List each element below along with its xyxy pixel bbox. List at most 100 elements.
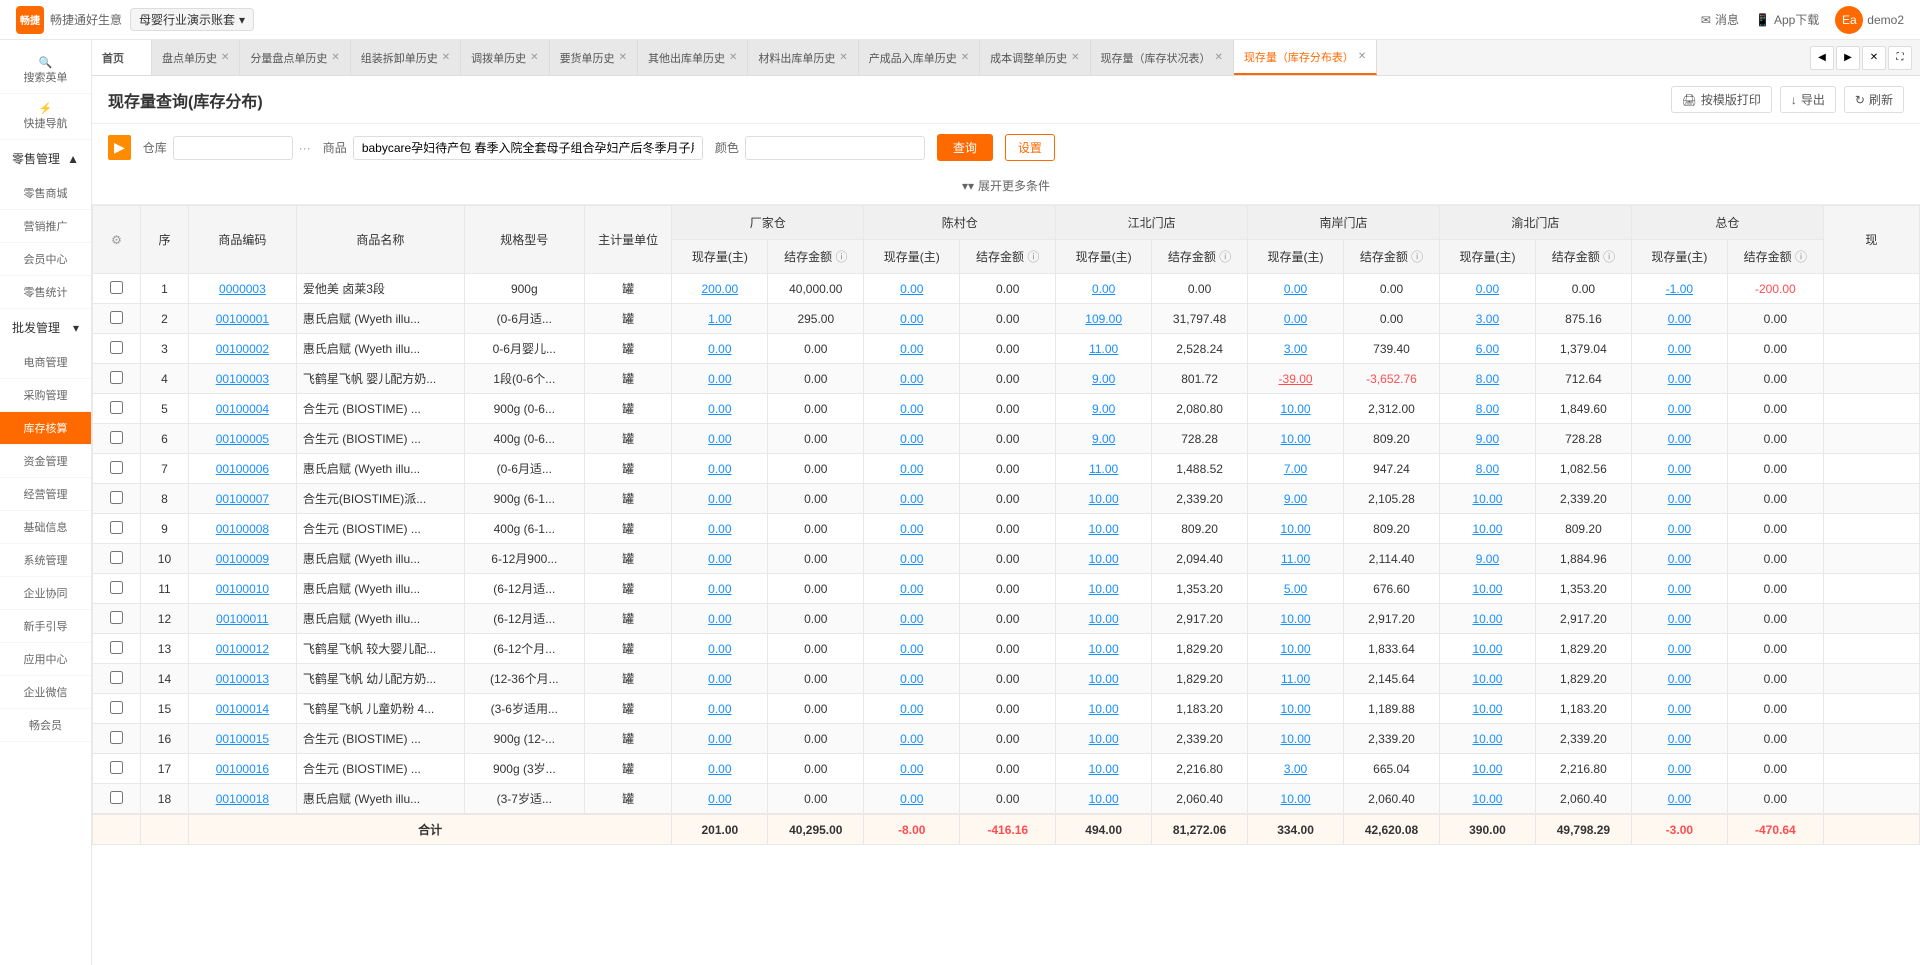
tab-requisition[interactable]: 要货单历史 ✕ (550, 40, 638, 75)
tab-inventory3[interactable]: 组装拆卸单历史 ✕ (351, 40, 461, 75)
tab-prev-btn[interactable]: ◀ (1810, 46, 1834, 70)
sidebar-item-enterprise[interactable]: 企业协同 (0, 577, 91, 610)
sidebar-item-system[interactable]: 系统管理 (0, 544, 91, 577)
cell-checkbox[interactable] (93, 364, 141, 394)
tab-inventory1[interactable]: 盘点单历史 ✕ (152, 40, 240, 75)
cell-checkbox[interactable] (93, 664, 141, 694)
code-link[interactable]: 00100008 (216, 522, 269, 536)
tab-close-icon[interactable]: ✕ (961, 52, 969, 63)
cell-checkbox[interactable] (93, 724, 141, 754)
message-btn[interactable]: ✉ 消息 (1701, 11, 1739, 28)
tab-close-icon[interactable]: ✕ (331, 52, 339, 63)
cell-checkbox[interactable] (93, 754, 141, 784)
refresh-btn[interactable]: ↻ 刷新 (1844, 86, 1904, 113)
sidebar-item-member[interactable]: 会员中心 (0, 243, 91, 276)
filter-expand-btn[interactable]: ▶ (108, 135, 131, 160)
tab-close-icon[interactable]: ✕ (729, 52, 737, 63)
code-link[interactable]: 00100015 (216, 732, 269, 746)
sidebar-item-basic[interactable]: 基础信息 (0, 511, 91, 544)
sidebar-item-nav[interactable]: ⚡ 快捷导航 (0, 94, 91, 140)
sidebar-item-retail-store[interactable]: 零售商城 (0, 177, 91, 210)
tab-cost-adj[interactable]: 成本调整单历史 ✕ (980, 40, 1090, 75)
code-link[interactable]: 00100001 (216, 312, 269, 326)
expand-conditions-btn[interactable]: ▾▾ 展开更多条件 (962, 177, 1050, 194)
store-selector[interactable]: 母婴行业演示账套 ▾ (130, 8, 254, 31)
tab-close-icon[interactable]: ✕ (530, 52, 538, 63)
tab-transfer[interactable]: 调拨单历史 ✕ (461, 40, 549, 75)
sidebar-item-retail-stats[interactable]: 零售统计 (0, 276, 91, 309)
sidebar-item-wholesale[interactable]: 批发管理 ▾ (0, 309, 91, 346)
sidebar-item-retail-mgmt[interactable]: 零售管理 ▲ (0, 140, 91, 177)
tab-close-icon[interactable]: ✕ (1358, 51, 1366, 62)
tab-fullscreen-btn[interactable]: ⛶ (1888, 46, 1912, 70)
export-btn[interactable]: ↓ 导出 (1780, 86, 1836, 113)
code-link[interactable]: 0000003 (219, 282, 266, 296)
tab-stock-status[interactable]: 现存量（库存状况表） ✕ (1091, 40, 1234, 75)
sidebar-item-search[interactable]: 🔍 搜索英单 (0, 48, 91, 94)
tab-home[interactable]: 首页 (92, 40, 152, 75)
cell-checkbox[interactable] (93, 574, 141, 604)
user-profile[interactable]: Ea demo2 (1835, 6, 1904, 34)
sidebar-item-inventory[interactable]: 库存核算 (0, 412, 91, 445)
code-link[interactable]: 00100005 (216, 432, 269, 446)
sidebar-item-ecommerce[interactable]: 电商管理 (0, 346, 91, 379)
cell-checkbox[interactable] (93, 604, 141, 634)
tab-close-all-btn[interactable]: ✕ (1862, 46, 1886, 70)
cell-checkbox[interactable] (93, 394, 141, 424)
tab-inventory2[interactable]: 分量盘点单历史 ✕ (240, 40, 350, 75)
cell-checkbox[interactable] (93, 694, 141, 724)
code-link[interactable]: 00100011 (216, 612, 269, 626)
tab-close-icon[interactable]: ✕ (619, 52, 627, 63)
cell-total-balance: 0.00 (1727, 664, 1823, 694)
sidebar-item-guide[interactable]: 新手引导 (0, 610, 91, 643)
cell-checkbox[interactable] (93, 544, 141, 574)
code-link[interactable]: 00100006 (216, 462, 269, 476)
sidebar-item-marketing[interactable]: 营销推广 (0, 210, 91, 243)
code-link[interactable]: 00100016 (216, 762, 269, 776)
cell-checkbox[interactable] (93, 424, 141, 454)
tab-close-icon[interactable]: ✕ (1215, 52, 1223, 63)
cell-checkbox[interactable] (93, 514, 141, 544)
tab-material-out[interactable]: 材料出库单历史 ✕ (748, 40, 858, 75)
cell-checkbox[interactable] (93, 454, 141, 484)
sidebar-item-appcenter[interactable]: 应用中心 (0, 643, 91, 676)
cell-checkbox[interactable] (93, 334, 141, 364)
code-link[interactable]: 00100003 (216, 372, 269, 386)
code-link[interactable]: 00100010 (216, 582, 269, 596)
tab-next-btn[interactable]: ▶ (1836, 46, 1860, 70)
tab-stock-dist[interactable]: 现存量（库存分布表） ✕ (1234, 40, 1377, 75)
print-btn[interactable]: 🖨 按模版打印 (1671, 86, 1772, 113)
cell-checkbox[interactable] (93, 304, 141, 334)
goods-input[interactable] (353, 136, 703, 160)
sidebar-item-finance[interactable]: 资金管理 (0, 445, 91, 478)
sidebar-item-operation[interactable]: 经营管理 (0, 478, 91, 511)
code-link[interactable]: 00100009 (216, 552, 269, 566)
tab-close-icon[interactable]: ✕ (1071, 52, 1079, 63)
tab-close-icon[interactable]: ✕ (221, 52, 229, 63)
sidebar-item-purchase[interactable]: 采购管理 (0, 379, 91, 412)
tab-close-icon[interactable]: ✕ (442, 52, 450, 63)
sidebar-item-wecom[interactable]: 企业微信 (0, 676, 91, 709)
code-link[interactable]: 00100007 (216, 492, 269, 506)
tab-close-icon[interactable]: ✕ (839, 52, 847, 63)
tab-other-out[interactable]: 其他出库单历史 ✕ (638, 40, 748, 75)
tab-product-in[interactable]: 产成品入库单历史 ✕ (859, 40, 980, 75)
cell-checkbox[interactable] (93, 634, 141, 664)
code-link[interactable]: 00100012 (216, 642, 269, 656)
sidebar-item-member2[interactable]: 畅会员 (0, 709, 91, 742)
code-link[interactable]: 00100004 (216, 402, 269, 416)
warehouse-input[interactable] (173, 136, 293, 160)
app-download-btn[interactable]: 📱 App下载 (1755, 11, 1819, 28)
code-link[interactable]: 00100014 (216, 702, 269, 716)
cell-checkbox[interactable] (93, 274, 141, 304)
code-link[interactable]: 00100018 (216, 792, 269, 806)
cell-checkbox[interactable] (93, 484, 141, 514)
search-btn[interactable]: 查询 (937, 134, 993, 161)
cell-checkbox[interactable] (93, 784, 141, 815)
code-link[interactable]: 00100002 (216, 342, 269, 356)
cell-total-balance: 0.00 (1727, 394, 1823, 424)
setting-btn[interactable]: 设置 (1005, 134, 1055, 161)
color-input[interactable] (745, 136, 925, 160)
settings-icon[interactable]: ⚙ (111, 233, 122, 247)
code-link[interactable]: 00100013 (216, 672, 269, 686)
